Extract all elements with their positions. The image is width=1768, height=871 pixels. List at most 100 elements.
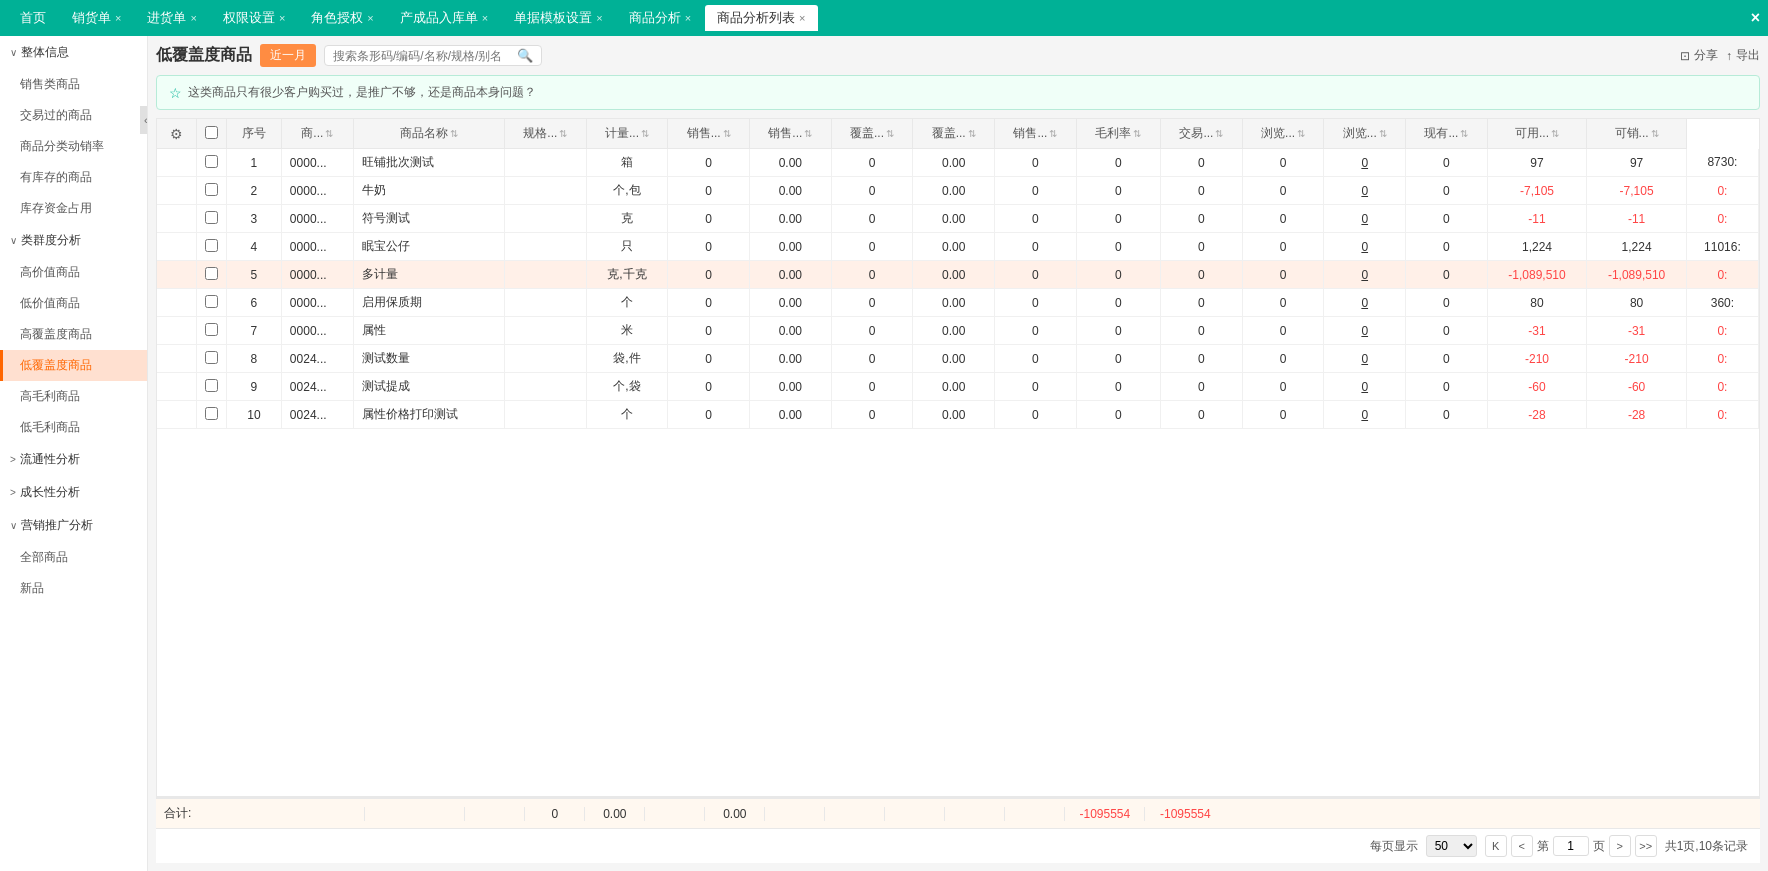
nav-goods-analysis[interactable]: 商品分析 ×: [617, 5, 703, 31]
last-page-button[interactable]: >>: [1635, 835, 1657, 857]
row-current: -11: [1487, 205, 1587, 233]
col-gear[interactable]: ⚙: [157, 119, 196, 149]
page-size-select[interactable]: 20 50 100: [1426, 835, 1477, 857]
nav-home[interactable]: 首页: [8, 5, 58, 31]
row-cover2: 0.00: [913, 261, 995, 289]
nav-goods-analysis-list-close[interactable]: ×: [799, 12, 805, 24]
sidebar-item-traded-goods[interactable]: 交易过的商品: [0, 100, 147, 131]
sidebar-item-new-goods[interactable]: 新品: [0, 573, 147, 604]
sidebar-item-category-rate[interactable]: 商品分类动销率: [0, 131, 147, 162]
select-all-checkbox[interactable]: [205, 126, 218, 139]
sidebar-item-high-gross[interactable]: 高毛利商品: [0, 381, 147, 412]
nav-template-close[interactable]: ×: [596, 12, 602, 24]
row-browse1[interactable]: 0: [1324, 149, 1406, 177]
row-browse1[interactable]: 0: [1324, 317, 1406, 345]
row-checkbox[interactable]: [196, 345, 226, 373]
gear-icon[interactable]: ⚙: [170, 126, 183, 142]
row-checkbox[interactable]: [196, 373, 226, 401]
row-browse1[interactable]: 0: [1324, 373, 1406, 401]
close-all-tabs[interactable]: ×: [1751, 9, 1760, 27]
nav-role-close[interactable]: ×: [367, 12, 373, 24]
row-current: 80: [1487, 289, 1587, 317]
row-browse1[interactable]: 0: [1324, 261, 1406, 289]
sidebar-section-circulation[interactable]: > 流通性分析: [0, 443, 147, 476]
row-checkbox[interactable]: [196, 317, 226, 345]
nav-permission-label: 权限设置: [223, 9, 275, 27]
export-button[interactable]: ↑ 导出: [1726, 47, 1760, 64]
row-spec: [505, 149, 587, 177]
row-code: 0024...: [281, 401, 353, 429]
row-checkbox[interactable]: [196, 233, 226, 261]
nav-role[interactable]: 角色授权 ×: [299, 5, 385, 31]
row-checkbox[interactable]: [196, 401, 226, 429]
row-browse1[interactable]: 0: [1324, 177, 1406, 205]
row-unit: 只: [586, 233, 668, 261]
search-input[interactable]: [333, 49, 513, 63]
row-sales-qty: 0: [668, 345, 750, 373]
share-label: 分享: [1694, 47, 1718, 64]
nav-sales-order[interactable]: 销货单 ×: [60, 5, 133, 31]
row-browse1[interactable]: 0: [1324, 345, 1406, 373]
nav-sales-close[interactable]: ×: [115, 12, 121, 24]
row-saleable: 0:: [1686, 261, 1758, 289]
export-icon: ↑: [1726, 49, 1732, 63]
sidebar-section-marketing[interactable]: ∨ 营销推广分析: [0, 509, 147, 542]
sidebar-section-cluster[interactable]: ∨ 类群度分析: [0, 224, 147, 257]
sidebar-item-high-value[interactable]: 高价值商品: [0, 257, 147, 288]
sidebar-item-low-value[interactable]: 低价值商品: [0, 288, 147, 319]
sidebar-item-low-gross[interactable]: 低毛利商品: [0, 412, 147, 443]
overall-arrow: ∨: [10, 47, 17, 58]
row-gross-rate: 0: [1161, 205, 1243, 233]
row-browse1[interactable]: 0: [1324, 401, 1406, 429]
row-unit: 个: [586, 289, 668, 317]
col-browse1: 浏览...⇅: [1242, 119, 1324, 149]
row-checkbox[interactable]: [196, 149, 226, 177]
row-browse1[interactable]: 0: [1324, 205, 1406, 233]
nav-product-inbound-close[interactable]: ×: [482, 12, 488, 24]
col-spec: 规格...⇅: [505, 119, 587, 149]
row-unit: 袋,件: [586, 345, 668, 373]
top-nav: 首页 销货单 × 进货单 × 权限设置 × 角色授权 × 产成品入库单 × 单据…: [0, 0, 1768, 36]
prev-page-button[interactable]: <: [1511, 835, 1533, 857]
row-sales-qty: 0: [668, 149, 750, 177]
row-checkbox[interactable]: [196, 205, 226, 233]
table-row: 1 0000... 旺铺批次测试 箱 0 0.00 0 0.00 0 0 0 0…: [157, 149, 1759, 177]
row-checkbox[interactable]: [196, 289, 226, 317]
page-number-input[interactable]: [1553, 836, 1589, 856]
sidebar-item-stock-funds[interactable]: 库存资金占用: [0, 193, 147, 224]
nav-template[interactable]: 单据模板设置 ×: [502, 5, 614, 31]
time-filter-button[interactable]: 近一月: [260, 44, 316, 67]
nav-permission-close[interactable]: ×: [279, 12, 285, 24]
sidebar-item-low-coverage[interactable]: 低覆盖度商品: [0, 350, 147, 381]
row-browse1[interactable]: 0: [1324, 233, 1406, 261]
share-button[interactable]: ⊡ 分享: [1680, 47, 1718, 64]
nav-goods-analysis-list[interactable]: 商品分析列表 ×: [705, 5, 817, 31]
sidebar-item-all-goods[interactable]: 全部商品: [0, 542, 147, 573]
row-index: 9: [226, 373, 281, 401]
row-checkbox[interactable]: [196, 177, 226, 205]
row-browse1[interactable]: 0: [1324, 289, 1406, 317]
sidebar-item-in-stock[interactable]: 有库存的商品: [0, 162, 147, 193]
sidebar-section-overall[interactable]: ∨ 整体信息: [0, 36, 147, 69]
row-gear: [157, 233, 196, 261]
row-browse2: 0: [1406, 289, 1488, 317]
row-gear: [157, 261, 196, 289]
sidebar-collapse-btn[interactable]: «: [140, 106, 148, 134]
search-icon[interactable]: 🔍: [517, 48, 533, 63]
next-page-button[interactable]: >: [1609, 835, 1631, 857]
row-browse2: 0: [1406, 373, 1488, 401]
row-cover3: 0: [995, 261, 1077, 289]
row-cover1: 0: [831, 261, 913, 289]
nav-permission[interactable]: 权限设置 ×: [211, 5, 297, 31]
nav-goods-analysis-close[interactable]: ×: [685, 12, 691, 24]
sidebar-section-growth[interactable]: > 成长性分析: [0, 476, 147, 509]
nav-product-inbound[interactable]: 产成品入库单 ×: [388, 5, 500, 31]
row-checkbox[interactable]: [196, 261, 226, 289]
row-available: 80: [1587, 289, 1687, 317]
first-page-button[interactable]: K: [1485, 835, 1507, 857]
sidebar-item-high-coverage[interactable]: 高覆盖度商品: [0, 319, 147, 350]
footer-cover2: 0.00: [705, 807, 765, 821]
sidebar-item-sales-goods[interactable]: 销售类商品: [0, 69, 147, 100]
nav-purchase[interactable]: 进货单 ×: [135, 5, 208, 31]
nav-purchase-close[interactable]: ×: [190, 12, 196, 24]
